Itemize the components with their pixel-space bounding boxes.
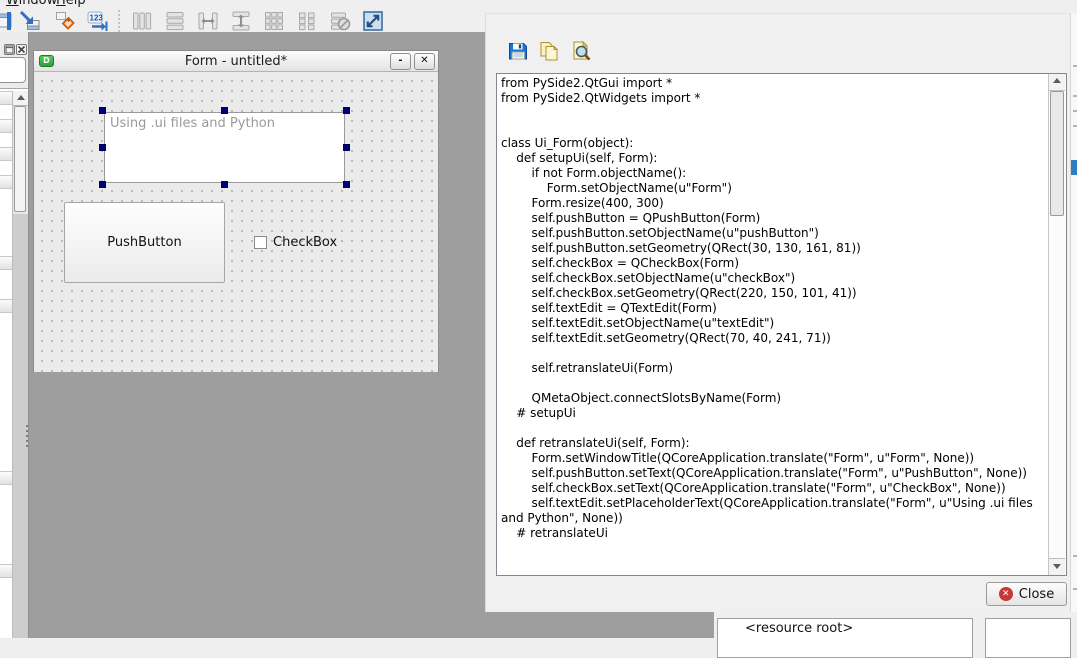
save-button[interactable] [505, 38, 531, 64]
dock-close-button[interactable] [16, 44, 27, 55]
selection-handle[interactable] [99, 107, 106, 114]
panel-edge-mark [1073, 555, 1077, 557]
break-layout-icon [328, 9, 352, 33]
selection-handle[interactable] [99, 181, 106, 188]
resource-tree-pane: <resource root> [717, 618, 973, 658]
edit-widgets-button[interactable] [0, 7, 16, 35]
scrollbar-thumb[interactable] [1050, 91, 1064, 216]
splitter-handle[interactable] [25, 425, 29, 449]
panel-edge-mark [1073, 110, 1077, 112]
selection-handle[interactable] [99, 144, 106, 151]
tab-order-123-text: 123 [90, 14, 104, 23]
checkbox-label: CheckBox [273, 235, 337, 250]
layout-vertically-button [161, 7, 189, 35]
panel-edge-mark [1073, 65, 1077, 67]
scroll-up-icon [17, 95, 25, 100]
dock-float-button[interactable] [4, 44, 15, 55]
preview-find-icon [569, 39, 593, 63]
selection-handle[interactable] [343, 107, 350, 114]
layout-horizontally-button [128, 7, 156, 35]
copy-button[interactable] [536, 38, 562, 64]
save-icon [506, 39, 530, 63]
scroll-down-icon [1053, 564, 1061, 569]
selection-handle[interactable] [221, 181, 228, 188]
selection-handle[interactable] [343, 181, 350, 188]
panel-edge-mark [1073, 95, 1077, 97]
adjust-size-button[interactable] [359, 7, 387, 35]
right-panel-edge [1070, 13, 1077, 638]
dock-float-icon [5, 45, 14, 54]
resource-browser: <resource root> [714, 612, 1077, 638]
scroll-up-icon [1053, 78, 1061, 83]
edit-buddies-icon [53, 9, 77, 33]
form-minimize-button[interactable]: - [390, 53, 411, 70]
layout-grid-icon [262, 9, 286, 33]
check-box-widget[interactable]: CheckBox [254, 222, 355, 263]
resource-root-item[interactable]: <resource root> [718, 619, 972, 636]
layout-horizontally-splitter-button [194, 7, 222, 35]
panel-edge-mark [1073, 125, 1077, 127]
form-titlebar[interactable]: D Form - untitled* - ✕ [34, 51, 438, 72]
form-title: Form - untitled* [34, 54, 438, 69]
widget-filter-input[interactable] [0, 57, 26, 83]
scrollbar-thumb[interactable] [14, 106, 26, 212]
selection-handle[interactable] [221, 107, 228, 114]
layout-vertically-icon [163, 9, 187, 33]
edit-tab-order-button[interactable]: 123 [83, 7, 111, 35]
layout-horizontally-icon [130, 9, 154, 33]
resource-list-pane [985, 618, 1071, 658]
widget-box-scrollbar[interactable] [12, 91, 28, 638]
close-button-label: Close [1019, 587, 1054, 602]
adjust-size-icon [361, 9, 385, 33]
scroll-up-button[interactable] [13, 91, 28, 106]
copy-icon [537, 39, 561, 63]
code-view[interactable]: from PySide2.QtGui import * from PySide2… [496, 73, 1067, 576]
code-text[interactable]: from PySide2.QtGui import * from PySide2… [497, 74, 1049, 543]
text-edit-widget[interactable]: Using .ui files and Python [104, 112, 345, 183]
code-preview-dialog: from PySide2.QtGui import * from PySide2… [485, 13, 1070, 612]
code-scrollbar[interactable] [1048, 74, 1066, 575]
toolbar-separator [118, 10, 120, 32]
close-button[interactable]: ✕ Close [986, 582, 1067, 606]
edit-signals-slots-icon [18, 9, 42, 33]
break-layout-button [326, 7, 354, 35]
form-close-button[interactable]: ✕ [414, 53, 435, 70]
edit-buddies-button[interactable] [51, 7, 79, 35]
selection-handle[interactable] [343, 144, 350, 151]
edit-widgets-icon [0, 9, 14, 33]
layout-grid-button [260, 7, 288, 35]
close-circle-icon: ✕ [999, 587, 1013, 601]
scroll-up-button[interactable] [1049, 74, 1065, 91]
edit-tab-order-icon: 123 [85, 9, 109, 33]
edit-signals-slots-button[interactable] [16, 7, 44, 35]
preview-find-button[interactable] [568, 38, 594, 64]
text-edit-placeholder: Using .ui files and Python [104, 112, 345, 183]
widget-box-list [0, 88, 28, 638]
layout-vertically-splitter-button [227, 7, 255, 35]
push-button-widget[interactable]: PushButton [64, 202, 225, 283]
form-canvas[interactable]: Using .ui files and Python PushButton Ch… [34, 72, 438, 372]
dock-close-icon [17, 45, 26, 54]
layout-form-button [293, 7, 321, 35]
form-window: D Form - untitled* - ✕ Using .ui files a… [33, 50, 439, 372]
layout-form-icon [295, 9, 319, 33]
layout-horizontally-splitter-icon [196, 9, 220, 33]
checkbox-indicator[interactable] [254, 236, 267, 249]
layout-vertically-splitter-icon [229, 9, 253, 33]
panel-edge-mark [1073, 588, 1077, 590]
scroll-down-button[interactable] [1049, 558, 1065, 575]
widget-box-panel [0, 32, 29, 638]
panel-edge-selection [1071, 160, 1077, 175]
